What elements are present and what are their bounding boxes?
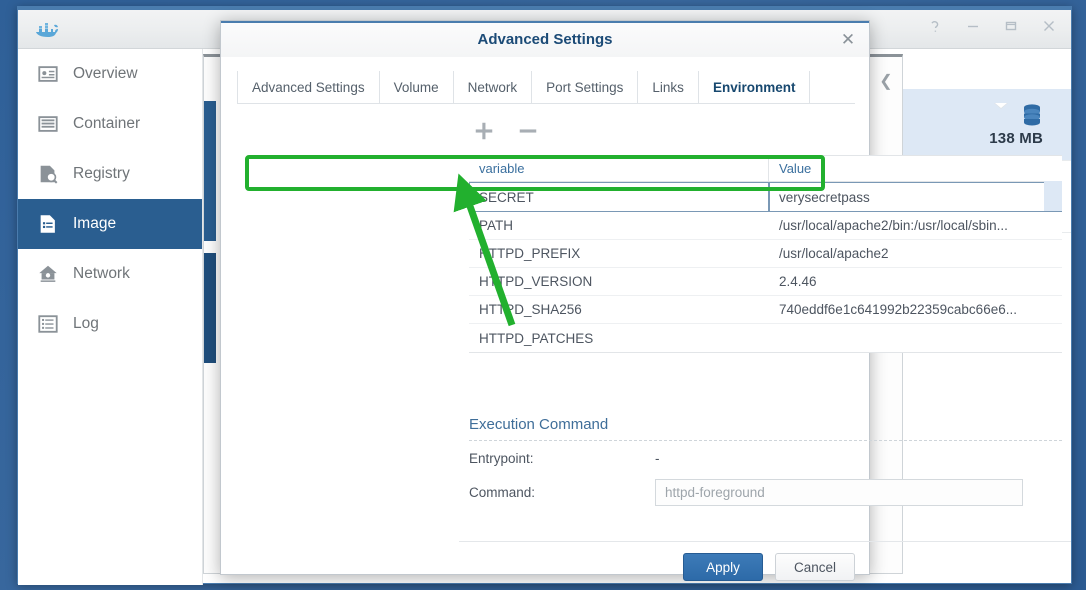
- tab-label: Advanced Settings: [252, 80, 365, 95]
- help-button[interactable]: [927, 18, 943, 34]
- image-size-label: 138 MB: [989, 130, 1043, 147]
- docker-whale-icon: [34, 19, 60, 39]
- table-body: PATH /usr/local/apache2/bin:/usr/local/s…: [469, 212, 1062, 352]
- sidebar-item-label: Log: [73, 315, 99, 333]
- close-icon[interactable]: ✕: [839, 31, 857, 49]
- cancel-button[interactable]: Cancel: [775, 553, 855, 581]
- cell-variable: HTTPD_PATCHES: [469, 324, 769, 352]
- tab-label: Network: [468, 80, 518, 95]
- entrypoint-label: Entrypoint:: [469, 451, 655, 466]
- overview-icon: [36, 62, 60, 86]
- sidebar-item-label: Container: [73, 115, 140, 133]
- minimize-button[interactable]: [965, 18, 981, 34]
- tab-environment[interactable]: Environment: [698, 71, 810, 103]
- tab-label: Environment: [713, 80, 796, 95]
- dialog-tab-bar: Advanced Settings Volume Network Port Se…: [221, 71, 869, 103]
- log-list-icon: [36, 312, 60, 336]
- window-controls: [927, 18, 1057, 34]
- titlebar-accent: [18, 7, 1071, 10]
- cell-variable: PATH: [469, 212, 769, 239]
- table-row[interactable]: PATH /usr/local/apache2/bin:/usr/local/s…: [469, 212, 1062, 240]
- tab-label: Links: [652, 80, 684, 95]
- table-row[interactable]: HTTPD_PATCHES: [469, 324, 1062, 352]
- table-row[interactable]: HTTPD_SHA256 740eddf6e1c641992b22359cabc…: [469, 296, 1062, 324]
- cell-value: /usr/local/apache2/bin:/usr/local/sbin..…: [769, 212, 1062, 239]
- tab-port-settings[interactable]: Port Settings: [531, 71, 637, 103]
- close-button[interactable]: [1041, 18, 1057, 34]
- cell-variable: HTTPD_VERSION: [469, 268, 769, 295]
- database-icon: [1021, 103, 1043, 127]
- panel-selection-strip-2: [204, 253, 216, 363]
- entrypoint-row: Entrypoint: -: [469, 441, 1062, 475]
- dialog-titlebar: Advanced Settings ✕: [221, 23, 869, 57]
- sidebar-navigation: Overview Container: [18, 49, 203, 585]
- column-header-value: Value: [769, 156, 1062, 181]
- command-label: Command:: [469, 485, 655, 500]
- image-document-icon: [36, 212, 60, 236]
- sidebar-item-network[interactable]: Network: [18, 249, 202, 299]
- cell-value: 2.4.46: [769, 268, 1062, 295]
- cell-value: 740eddf6e1c641992b22359cabc66e6...: [769, 296, 1062, 323]
- sidebar-item-label: Image: [73, 215, 116, 233]
- variable-name-input[interactable]: [469, 182, 769, 212]
- command-input[interactable]: [655, 479, 1023, 506]
- environment-variables-table: variable Value PATH /usr/local/apache2/b…: [469, 155, 1062, 353]
- sidebar-item-overview[interactable]: Overview: [18, 49, 202, 99]
- sidebar-item-label: Overview: [73, 65, 138, 83]
- network-home-icon: [36, 262, 60, 286]
- tab-links[interactable]: Links: [637, 71, 698, 103]
- table-row[interactable]: HTTPD_VERSION 2.4.46: [469, 268, 1062, 296]
- column-header-variable: variable: [469, 156, 769, 181]
- tab-label: Port Settings: [546, 80, 623, 95]
- sidebar-item-label: Registry: [73, 165, 130, 183]
- dialog-footer: Apply Cancel: [683, 553, 855, 581]
- tab-bar-filler: [809, 71, 869, 103]
- sidebar-item-label: Network: [73, 265, 130, 283]
- sidebar-item-log[interactable]: Log: [18, 299, 202, 349]
- collapse-panel-icon[interactable]: ❮: [872, 61, 900, 101]
- dialog-title: Advanced Settings: [221, 23, 869, 57]
- sidebar-item-registry[interactable]: Registry: [18, 149, 202, 199]
- plus-icon[interactable]: [469, 117, 499, 145]
- section-title: Execution Command: [469, 416, 1062, 440]
- tab-bar-underline: [237, 103, 855, 104]
- entrypoint-value: -: [655, 451, 660, 466]
- tab-label: Volume: [394, 80, 439, 95]
- apply-button[interactable]: Apply: [683, 553, 763, 581]
- panel-selection-strip: [204, 101, 216, 241]
- env-table-toolbar: [469, 117, 543, 145]
- footer-divider: [459, 541, 1071, 542]
- sidebar-item-image[interactable]: Image: [18, 199, 202, 249]
- desktop-background: Overview Container: [0, 0, 1086, 590]
- table-row[interactable]: HTTPD_PREFIX /usr/local/apache2: [469, 240, 1062, 268]
- table-scrollbar-thumb[interactable]: [1044, 181, 1062, 211]
- command-row: Command:: [469, 475, 1062, 509]
- minus-icon[interactable]: [513, 117, 543, 145]
- list-item[interactable]: 138 MB: [903, 89, 1071, 161]
- cell-value: [769, 324, 1062, 352]
- maximize-button[interactable]: [1003, 18, 1019, 34]
- cell-value: /usr/local/apache2: [769, 240, 1062, 267]
- variable-value-input[interactable]: [769, 182, 1062, 212]
- sidebar-item-container[interactable]: Container: [18, 99, 202, 149]
- registry-search-icon: [36, 162, 60, 186]
- advanced-settings-dialog: Advanced Settings ✕ Advanced Settings Vo…: [220, 20, 870, 575]
- execution-command-section: Execution Command Entrypoint: - Command:: [469, 416, 1062, 509]
- tab-advanced-settings[interactable]: Advanced Settings: [237, 71, 379, 103]
- cell-variable: HTTPD_PREFIX: [469, 240, 769, 267]
- tab-volume[interactable]: Volume: [379, 71, 453, 103]
- table-header-row: variable Value: [469, 156, 1062, 182]
- cell-variable: HTTPD_SHA256: [469, 296, 769, 323]
- active-tab-caret-inner: [995, 103, 1007, 108]
- table-row-editing: [469, 182, 1062, 212]
- container-icon: [36, 112, 60, 136]
- tab-network[interactable]: Network: [453, 71, 532, 103]
